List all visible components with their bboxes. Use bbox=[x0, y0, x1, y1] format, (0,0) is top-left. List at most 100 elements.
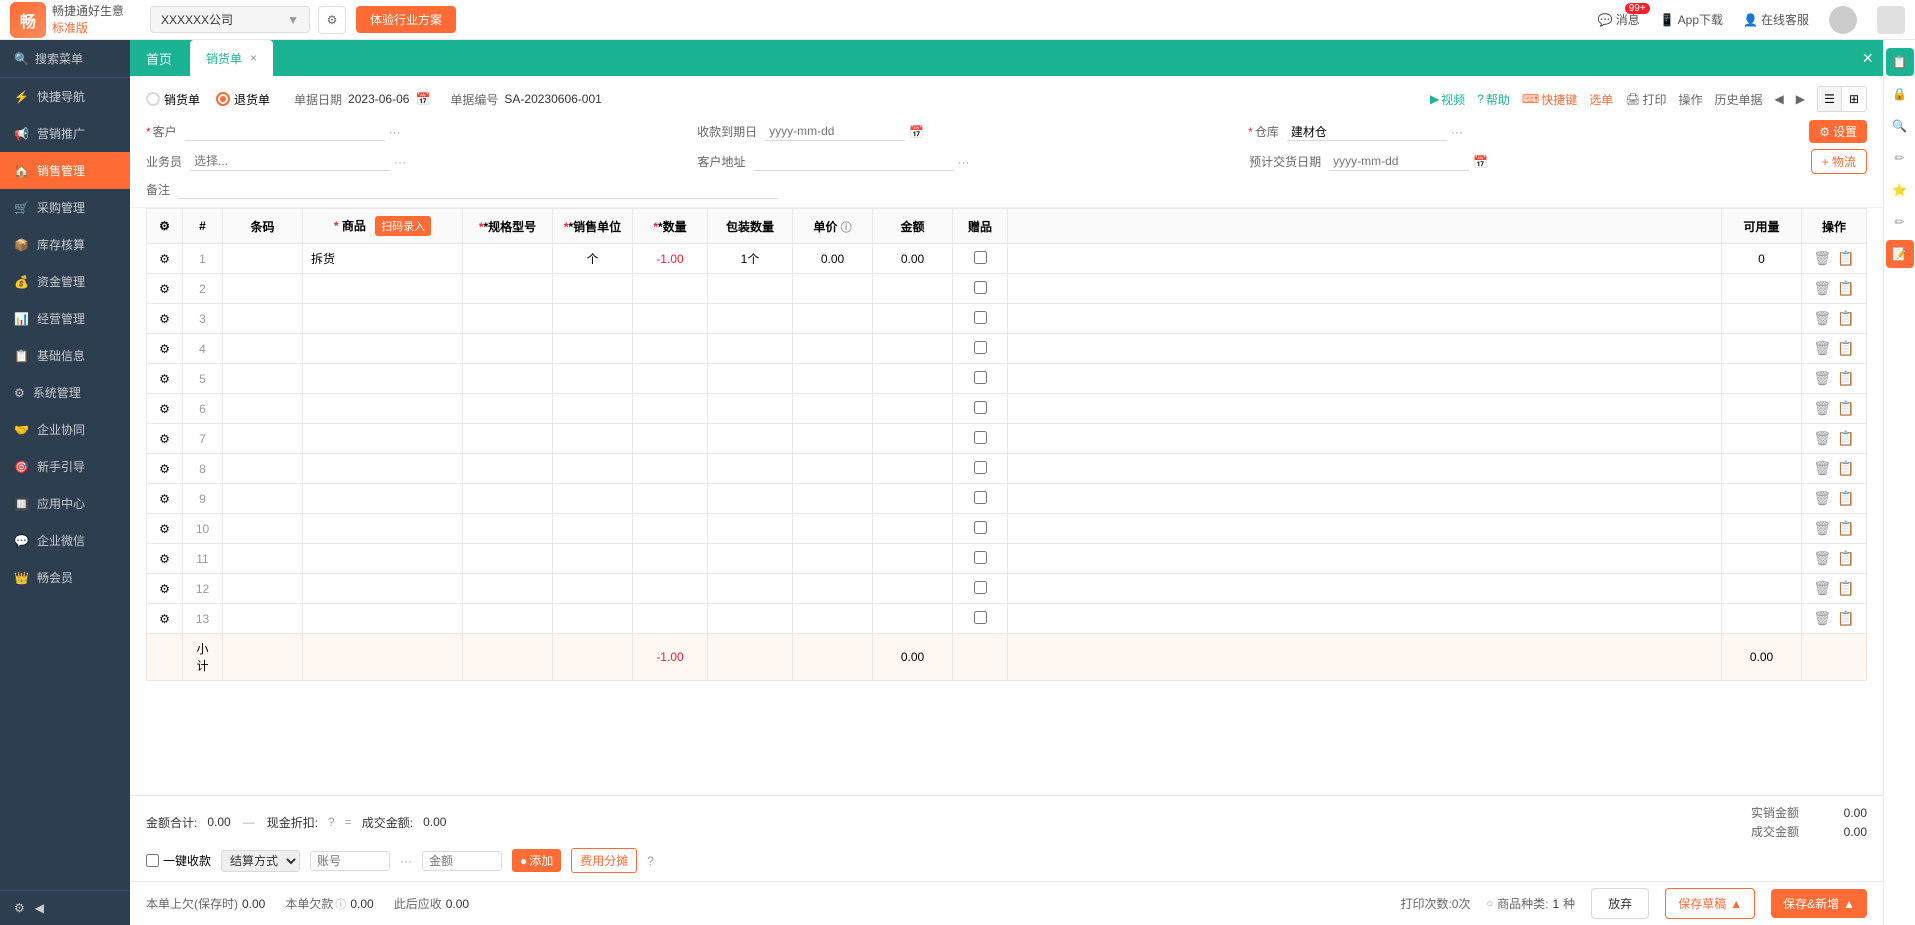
row-barcode-6[interactable] bbox=[223, 424, 303, 454]
row-qty-11[interactable] bbox=[633, 574, 708, 604]
row-action-9[interactable]: 🗑 📋 bbox=[1802, 514, 1867, 544]
row-action-3[interactable]: 🗑 📋 bbox=[1802, 334, 1867, 364]
row-amount-3[interactable] bbox=[873, 334, 953, 364]
row-amount-12[interactable] bbox=[873, 604, 953, 634]
row-unit-9[interactable] bbox=[553, 514, 633, 544]
customer-input[interactable] bbox=[185, 122, 385, 141]
sidebar-item-member[interactable]: 👑 畅会员 bbox=[0, 559, 130, 596]
row-qty-3[interactable] bbox=[633, 334, 708, 364]
one-click-payment-checkbox[interactable]: 一键收款 bbox=[146, 852, 211, 869]
row-action-7[interactable]: 🗑 📋 bbox=[1802, 454, 1867, 484]
row-unit-10[interactable] bbox=[553, 544, 633, 574]
row-barcode-9[interactable] bbox=[223, 514, 303, 544]
row-gift-9[interactable] bbox=[953, 514, 1008, 544]
right-icon-3[interactable]: 🔍 bbox=[1886, 112, 1914, 140]
row-notes-5[interactable] bbox=[1008, 394, 1722, 424]
copy-icon-2[interactable]: 📋 bbox=[1837, 310, 1854, 327]
sidebar-item-apps[interactable]: 🔲 应用中心 bbox=[0, 485, 130, 522]
copy-icon-8[interactable]: 📋 bbox=[1837, 490, 1854, 507]
row-unit-0[interactable]: 个 bbox=[553, 244, 633, 274]
row-unit-8[interactable] bbox=[553, 484, 633, 514]
select-button[interactable]: 选单 bbox=[1589, 91, 1613, 108]
view-grid-icon[interactable]: ⊞ bbox=[1842, 87, 1866, 111]
right-icon-orange[interactable]: 📝 bbox=[1886, 240, 1914, 268]
trial-button[interactable]: 体验行业方案 bbox=[356, 6, 456, 33]
row-pkgqty-12[interactable] bbox=[708, 604, 793, 634]
row-product-8[interactable] bbox=[303, 484, 463, 514]
video-button[interactable]: ▶ 视频 bbox=[1430, 91, 1465, 108]
row-settings-4[interactable]: ⚙ bbox=[147, 364, 183, 394]
discount-help-icon[interactable]: ? bbox=[328, 815, 335, 829]
row-product-4[interactable] bbox=[303, 364, 463, 394]
row-price-10[interactable] bbox=[793, 544, 873, 574]
row-amount-9[interactable] bbox=[873, 514, 953, 544]
row-amount-5[interactable] bbox=[873, 394, 953, 424]
row-unit-12[interactable] bbox=[553, 604, 633, 634]
due-date-input[interactable] bbox=[765, 122, 905, 141]
row-product-0[interactable]: 拆货 bbox=[303, 244, 463, 274]
row-notes-7[interactable] bbox=[1008, 454, 1722, 484]
sidebar-item-marketing[interactable]: 📢 营销推广 bbox=[0, 115, 130, 152]
copy-icon-0[interactable]: 📋 bbox=[1837, 250, 1854, 267]
row-spec-10[interactable] bbox=[463, 544, 553, 574]
row-unit-3[interactable] bbox=[553, 334, 633, 364]
warehouse-more-icon[interactable]: ··· bbox=[1451, 125, 1463, 139]
copy-icon-5[interactable]: 📋 bbox=[1837, 400, 1854, 417]
row-product-2[interactable] bbox=[303, 304, 463, 334]
row-product-11[interactable] bbox=[303, 574, 463, 604]
row-price-4[interactable] bbox=[793, 364, 873, 394]
sidebar-item-quick-nav[interactable]: ⚡ 快捷导航 bbox=[0, 78, 130, 115]
row-gift-12[interactable] bbox=[953, 604, 1008, 634]
right-icon-2[interactable]: 🔒 bbox=[1886, 80, 1914, 108]
row-barcode-11[interactable] bbox=[223, 574, 303, 604]
row-price-1[interactable] bbox=[793, 274, 873, 304]
gift-checkbox-9[interactable] bbox=[974, 521, 987, 534]
row-pkgqty-0[interactable]: 1个 bbox=[708, 244, 793, 274]
copy-icon-4[interactable]: 📋 bbox=[1837, 370, 1854, 387]
row-notes-9[interactable] bbox=[1008, 514, 1722, 544]
print-button[interactable]: 🖨 打印 bbox=[1625, 91, 1666, 108]
row-unit-11[interactable] bbox=[553, 574, 633, 604]
right-icon-5[interactable]: ⭐ bbox=[1886, 176, 1914, 204]
save-new-button[interactable]: 保存&新增 ▲ bbox=[1771, 889, 1867, 918]
payment-checkbox[interactable] bbox=[146, 854, 159, 867]
row-pkgqty-3[interactable] bbox=[708, 334, 793, 364]
row-amount-11[interactable] bbox=[873, 574, 953, 604]
row-qty-2[interactable] bbox=[633, 304, 708, 334]
row-settings-3[interactable]: ⚙ bbox=[147, 334, 183, 364]
row-price-8[interactable] bbox=[793, 484, 873, 514]
copy-icon-9[interactable]: 📋 bbox=[1837, 520, 1854, 537]
sidebar-item-guide[interactable]: 🎯 新手引导 bbox=[0, 448, 130, 485]
gift-checkbox-8[interactable] bbox=[974, 491, 987, 504]
row-notes-2[interactable] bbox=[1008, 304, 1722, 334]
row-gift-0[interactable] bbox=[953, 244, 1008, 274]
abandon-button[interactable]: 放弃 bbox=[1591, 888, 1649, 919]
row-unit-5[interactable] bbox=[553, 394, 633, 424]
row-barcode-7[interactable] bbox=[223, 454, 303, 484]
gift-checkbox-12[interactable] bbox=[974, 611, 987, 624]
copy-icon-6[interactable]: 📋 bbox=[1837, 430, 1854, 447]
copy-icon-7[interactable]: 📋 bbox=[1837, 460, 1854, 477]
row-spec-1[interactable] bbox=[463, 274, 553, 304]
sidebar-collapse-icon[interactable]: ◀ bbox=[35, 901, 44, 915]
row-price-6[interactable] bbox=[793, 424, 873, 454]
row-pkgqty-7[interactable] bbox=[708, 454, 793, 484]
row-pkgqty-1[interactable] bbox=[708, 274, 793, 304]
expense-help-icon[interactable]: ? bbox=[647, 854, 654, 868]
row-unit-1[interactable] bbox=[553, 274, 633, 304]
row-amount-4[interactable] bbox=[873, 364, 953, 394]
row-barcode-0[interactable] bbox=[223, 244, 303, 274]
copy-icon-11[interactable]: 📋 bbox=[1837, 580, 1854, 597]
delete-icon-5[interactable]: 🗑 bbox=[1813, 400, 1831, 417]
row-price-5[interactable] bbox=[793, 394, 873, 424]
row-action-6[interactable]: 🗑 📋 bbox=[1802, 424, 1867, 454]
row-amount-7[interactable] bbox=[873, 454, 953, 484]
gift-checkbox-5[interactable] bbox=[974, 401, 987, 414]
row-barcode-2[interactable] bbox=[223, 304, 303, 334]
radio-return[interactable]: 退货单 bbox=[216, 91, 270, 108]
sidebar-item-finance[interactable]: 💰 资金管理 bbox=[0, 263, 130, 300]
radio-sale[interactable]: 销货单 bbox=[146, 91, 200, 108]
row-gift-7[interactable] bbox=[953, 454, 1008, 484]
row-action-0[interactable]: 🗑 📋 bbox=[1802, 244, 1867, 274]
settlement-method-select[interactable]: 结算方式 bbox=[221, 850, 300, 872]
